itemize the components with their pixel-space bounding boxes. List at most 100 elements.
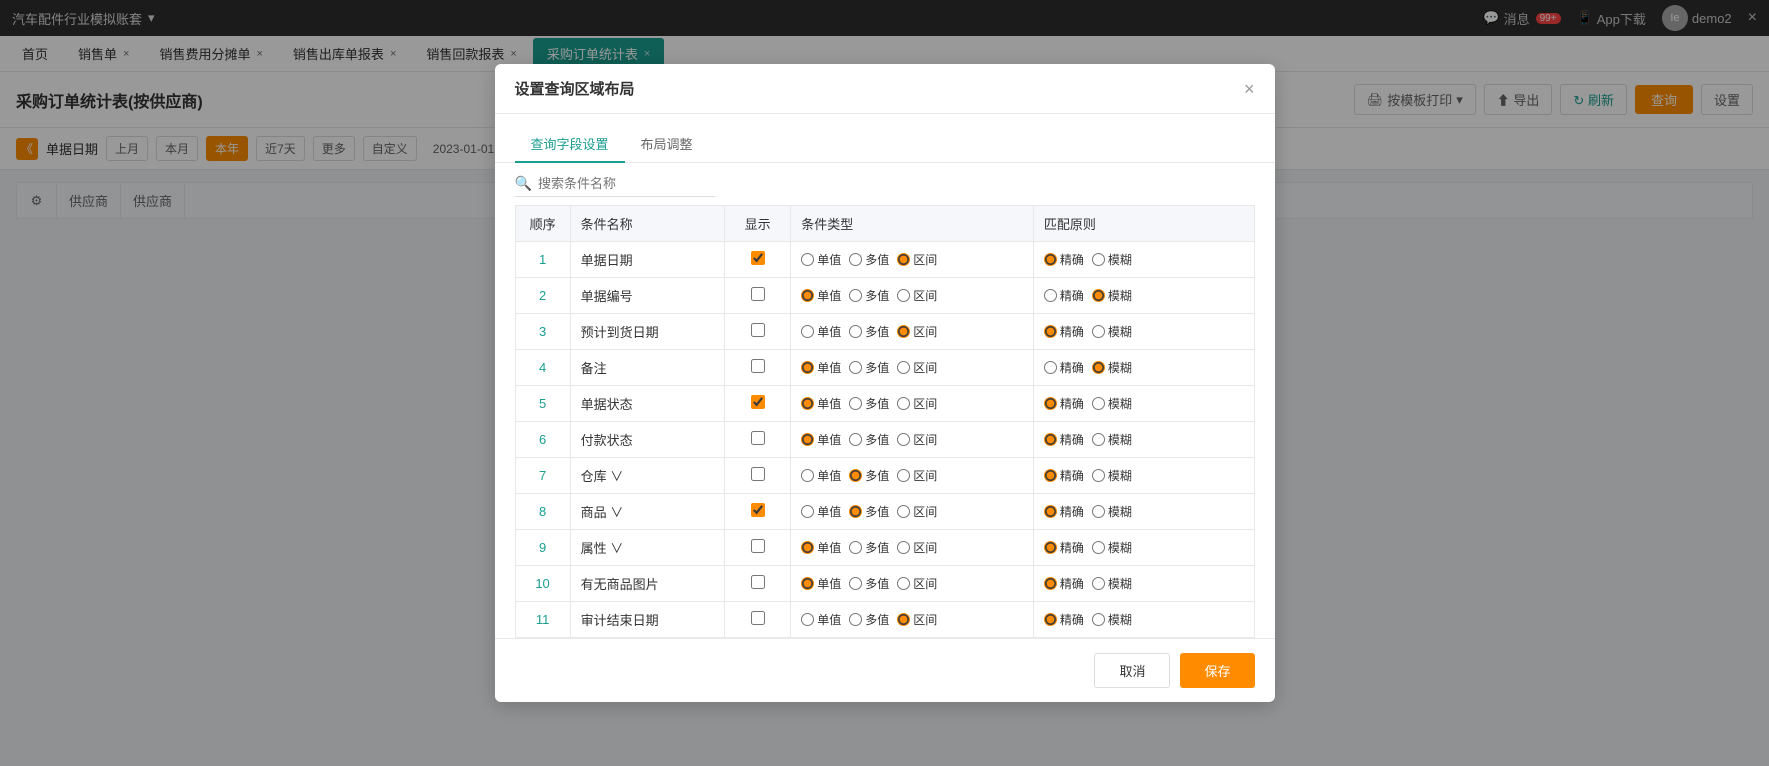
modal-close-button[interactable]: × <box>1244 80 1255 98</box>
radio-type-多值[interactable]: 多值 <box>849 395 889 412</box>
display-checkbox-7[interactable] <box>751 467 765 481</box>
radio-match-精确[interactable]: 精确 <box>1044 467 1084 484</box>
radio-match-模糊[interactable]: 模糊 <box>1092 503 1132 520</box>
radio-match-模糊[interactable]: 模糊 <box>1092 611 1132 628</box>
radio-type-多值[interactable]: 多值 <box>849 467 889 484</box>
cell-name: 备注 <box>570 350 724 386</box>
table-row: 6付款状态单值多值区间精确模糊 <box>515 422 1254 458</box>
cell-display[interactable] <box>725 458 791 494</box>
modal-title: 设置查询区域布局 <box>515 78 635 99</box>
cell-type: 单值多值区间 <box>791 458 1034 494</box>
cell-order: 5 <box>515 386 570 422</box>
radio-match-精确[interactable]: 精确 <box>1044 539 1084 556</box>
radio-type-区间[interactable]: 区间 <box>897 575 937 592</box>
radio-match-模糊[interactable]: 模糊 <box>1092 359 1132 376</box>
radio-type-单值[interactable]: 单值 <box>801 359 841 376</box>
modal-dialog: 设置查询区域布局 × 查询字段设置 布局调整 🔍 <box>495 64 1275 702</box>
display-checkbox-3[interactable] <box>751 323 765 337</box>
cell-display[interactable] <box>725 494 791 530</box>
display-checkbox-9[interactable] <box>751 539 765 553</box>
display-checkbox-8[interactable] <box>751 503 765 517</box>
radio-type-区间[interactable]: 区间 <box>897 395 937 412</box>
radio-type-多值[interactable]: 多值 <box>849 323 889 340</box>
radio-type-区间[interactable]: 区间 <box>897 287 937 304</box>
display-checkbox-10[interactable] <box>751 575 765 589</box>
table-row: 10有无商品图片单值多值区间精确模糊 <box>515 566 1254 602</box>
tab-query-fields[interactable]: 查询字段设置 <box>515 126 625 163</box>
cell-type: 单值多值区间 <box>791 602 1034 638</box>
display-checkbox-11[interactable] <box>751 611 765 625</box>
cell-display[interactable] <box>725 386 791 422</box>
cell-name: 仓库 ∨ <box>570 458 724 494</box>
radio-match-模糊[interactable]: 模糊 <box>1092 287 1132 304</box>
radio-type-多值[interactable]: 多值 <box>849 359 889 376</box>
search-input[interactable] <box>538 176 698 191</box>
radio-type-区间[interactable]: 区间 <box>897 431 937 448</box>
radio-match-精确[interactable]: 精确 <box>1044 323 1084 340</box>
radio-type-单值[interactable]: 单值 <box>801 539 841 556</box>
cell-name: 单据编号 <box>570 278 724 314</box>
radio-type-单值[interactable]: 单值 <box>801 575 841 592</box>
radio-type-单值[interactable]: 单值 <box>801 611 841 628</box>
display-checkbox-5[interactable] <box>751 395 765 409</box>
save-button[interactable]: 保存 <box>1180 653 1254 688</box>
radio-type-多值[interactable]: 多值 <box>849 431 889 448</box>
radio-type-区间[interactable]: 区间 <box>897 251 937 268</box>
cell-display[interactable] <box>725 530 791 566</box>
radio-type-区间[interactable]: 区间 <box>897 323 937 340</box>
radio-match-精确[interactable]: 精确 <box>1044 287 1084 304</box>
cell-display[interactable] <box>725 422 791 458</box>
radio-type-区间[interactable]: 区间 <box>897 359 937 376</box>
radio-match-模糊[interactable]: 模糊 <box>1092 323 1132 340</box>
radio-match-精确[interactable]: 精确 <box>1044 575 1084 592</box>
radio-type-单值[interactable]: 单值 <box>801 503 841 520</box>
cell-order: 4 <box>515 350 570 386</box>
tab-query-fields-label: 查询字段设置 <box>531 137 609 152</box>
radio-type-多值[interactable]: 多值 <box>849 539 889 556</box>
radio-type-区间[interactable]: 区间 <box>897 611 937 628</box>
cell-display[interactable] <box>725 314 791 350</box>
radio-match-精确[interactable]: 精确 <box>1044 503 1084 520</box>
table-row: 3预计到货日期单值多值区间精确模糊 <box>515 314 1254 350</box>
fields-table: 顺序 条件名称 显示 条件类型 匹配原则 <box>515 205 1255 638</box>
radio-type-区间[interactable]: 区间 <box>897 503 937 520</box>
radio-match-模糊[interactable]: 模糊 <box>1092 431 1132 448</box>
cell-display[interactable] <box>725 350 791 386</box>
radio-match-精确[interactable]: 精确 <box>1044 611 1084 628</box>
cancel-button[interactable]: 取消 <box>1094 653 1170 688</box>
radio-type-单值[interactable]: 单值 <box>801 431 841 448</box>
radio-type-区间[interactable]: 区间 <box>897 467 937 484</box>
radio-match-模糊[interactable]: 模糊 <box>1092 395 1132 412</box>
radio-match-模糊[interactable]: 模糊 <box>1092 539 1132 556</box>
cell-display[interactable] <box>725 278 791 314</box>
radio-type-单值[interactable]: 单值 <box>801 323 841 340</box>
radio-match-模糊[interactable]: 模糊 <box>1092 467 1132 484</box>
radio-type-多值[interactable]: 多值 <box>849 251 889 268</box>
radio-type-区间[interactable]: 区间 <box>897 539 937 556</box>
radio-match-精确[interactable]: 精确 <box>1044 431 1084 448</box>
cell-display[interactable] <box>725 566 791 602</box>
cell-display[interactable] <box>725 242 791 278</box>
radio-match-模糊[interactable]: 模糊 <box>1092 575 1132 592</box>
radio-type-单值[interactable]: 单值 <box>801 395 841 412</box>
radio-match-精确[interactable]: 精确 <box>1044 251 1084 268</box>
radio-type-多值[interactable]: 多值 <box>849 503 889 520</box>
cell-display[interactable] <box>725 602 791 638</box>
display-checkbox-2[interactable] <box>751 287 765 301</box>
radio-match-精确[interactable]: 精确 <box>1044 359 1084 376</box>
cell-name: 有无商品图片 <box>570 566 724 602</box>
display-checkbox-6[interactable] <box>751 431 765 445</box>
radio-type-单值[interactable]: 单值 <box>801 287 841 304</box>
radio-type-多值[interactable]: 多值 <box>849 287 889 304</box>
display-checkbox-4[interactable] <box>751 359 765 373</box>
radio-match-精确[interactable]: 精确 <box>1044 395 1084 412</box>
cell-type: 单值多值区间 <box>791 422 1034 458</box>
radio-type-多值[interactable]: 多值 <box>849 611 889 628</box>
display-checkbox-1[interactable] <box>751 251 765 265</box>
radio-type-单值[interactable]: 单值 <box>801 467 841 484</box>
modal-table: 顺序 条件名称 显示 条件类型 匹配原则 <box>495 205 1275 638</box>
tab-layout-adjust[interactable]: 布局调整 <box>625 126 709 163</box>
radio-type-单值[interactable]: 单值 <box>801 251 841 268</box>
radio-type-多值[interactable]: 多值 <box>849 575 889 592</box>
radio-match-模糊[interactable]: 模糊 <box>1092 251 1132 268</box>
